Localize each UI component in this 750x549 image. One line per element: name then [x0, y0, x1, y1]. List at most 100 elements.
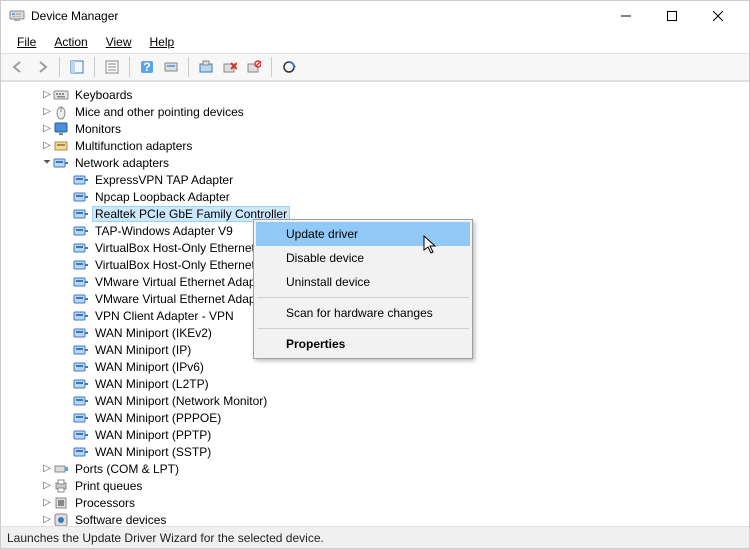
- menubar: File Action View Help: [1, 31, 749, 53]
- menu-action[interactable]: Action: [46, 33, 95, 51]
- update-driver-button[interactable]: [195, 56, 217, 78]
- menu-help[interactable]: Help: [142, 33, 183, 51]
- network-icon: [73, 206, 89, 222]
- tree-category-printer[interactable]: ▷Print queues: [1, 477, 749, 494]
- cm-properties[interactable]: Properties: [256, 332, 470, 356]
- menu-file[interactable]: File: [9, 33, 44, 51]
- properties-button[interactable]: [101, 56, 123, 78]
- tree-item-label: Network adapters: [73, 156, 171, 170]
- expand-toggle-icon[interactable]: ▷: [41, 497, 53, 508]
- help-button[interactable]: ?: [136, 56, 158, 78]
- monitor-icon: [53, 121, 69, 137]
- expand-toggle-icon[interactable]: ▷: [41, 89, 53, 100]
- svg-text:?: ?: [143, 60, 150, 74]
- tree-item-label: WAN Miniport (PPTP): [93, 428, 213, 442]
- network-icon: [73, 291, 89, 307]
- cm-update-driver[interactable]: Update driver: [256, 222, 470, 246]
- legacy-hardware-button[interactable]: [160, 56, 182, 78]
- cm-scan-hardware[interactable]: Scan for hardware changes: [256, 301, 470, 325]
- tree-category-cpu[interactable]: ▷ Processors: [1, 494, 749, 511]
- tree-device[interactable]: ▷WAN Miniport (L2TP): [1, 375, 749, 392]
- tree-category-multifunction[interactable]: ▷Multifunction adapters: [1, 137, 749, 154]
- printer-icon: [53, 478, 69, 494]
- expand-toggle-icon[interactable]: ▷: [41, 106, 53, 117]
- tree-device[interactable]: ▷WAN Miniport (IPv6): [1, 358, 749, 375]
- network-icon: [73, 325, 89, 341]
- multifunction-icon: [53, 138, 69, 154]
- show-hide-console-tree-button[interactable]: [66, 56, 88, 78]
- window-title: Device Manager: [31, 9, 603, 23]
- port-icon: [53, 461, 69, 477]
- status-text: Launches the Update Driver Wizard for th…: [7, 531, 324, 545]
- disable-device-button[interactable]: [243, 56, 265, 78]
- tree-category-monitor[interactable]: ▷ Monitors: [1, 120, 749, 137]
- tree-item-label: VPN Client Adapter - VPN: [93, 309, 236, 323]
- tree-category-software[interactable]: ▷ Software devices: [1, 511, 749, 526]
- tree-item-label: WAN Miniport (L2TP): [93, 377, 211, 391]
- tree-device[interactable]: ▷WAN Miniport (PPPOE): [1, 409, 749, 426]
- scan-hardware-button[interactable]: [278, 56, 300, 78]
- expand-toggle-icon[interactable]: ▷: [41, 514, 53, 525]
- toolbar: ?: [1, 53, 749, 81]
- tree-item-label: WAN Miniport (IP): [93, 343, 193, 357]
- tree-item-label: WAN Miniport (IPv6): [93, 360, 206, 374]
- close-button[interactable]: [695, 1, 741, 31]
- cm-separator: [257, 297, 469, 298]
- toolbar-separator: [188, 57, 189, 77]
- tree-item-label: WAN Miniport (Network Monitor): [93, 394, 269, 408]
- network-icon: [53, 155, 69, 171]
- app-icon: [9, 8, 25, 24]
- nav-back-button[interactable]: [7, 56, 29, 78]
- tree-category-network[interactable]: ⏷ Network adapters: [1, 154, 749, 171]
- context-menu: Update driver Disable device Uninstall d…: [253, 219, 473, 359]
- expand-toggle-icon[interactable]: ▷: [41, 123, 53, 134]
- mouse-icon: [53, 104, 69, 120]
- cm-disable-device[interactable]: Disable device: [256, 246, 470, 270]
- maximize-button[interactable]: [649, 1, 695, 31]
- tree-category-keyboard[interactable]: ▷ Keyboards: [1, 86, 749, 103]
- tree-device[interactable]: ▷Npcap Loopback Adapter: [1, 188, 749, 205]
- tree-device[interactable]: ▷ExpressVPN TAP Adapter: [1, 171, 749, 188]
- network-icon: [73, 172, 89, 188]
- uninstall-device-button[interactable]: [219, 56, 241, 78]
- toolbar-separator: [94, 57, 95, 77]
- network-icon: [73, 308, 89, 324]
- tree-device[interactable]: ▷WAN Miniport (PPTP): [1, 426, 749, 443]
- tree-item-label: Processors: [73, 496, 137, 510]
- network-icon: [73, 427, 89, 443]
- network-icon: [73, 240, 89, 256]
- titlebar: Device Manager: [1, 1, 749, 31]
- tree-item-label: WAN Miniport (IKEv2): [93, 326, 214, 340]
- tree-item-label: Monitors: [73, 122, 123, 136]
- software-icon: [53, 512, 69, 527]
- network-icon: [73, 223, 89, 239]
- tree-item-label: WAN Miniport (SSTP): [93, 445, 213, 459]
- statusbar: Launches the Update Driver Wizard for th…: [1, 526, 749, 548]
- tree-device[interactable]: ▷WAN Miniport (Network Monitor): [1, 392, 749, 409]
- tree-item-label: Npcap Loopback Adapter: [93, 190, 232, 204]
- expand-toggle-icon[interactable]: ▷: [41, 463, 53, 474]
- network-icon: [73, 376, 89, 392]
- tree-category-mouse[interactable]: ▷ Mice and other pointing devices: [1, 103, 749, 120]
- expand-toggle-icon[interactable]: ▷: [41, 480, 53, 491]
- network-icon: [73, 444, 89, 460]
- tree-item-label: Mice and other pointing devices: [73, 105, 246, 119]
- window-controls: [603, 1, 741, 31]
- tree-item-label: Software devices: [73, 513, 168, 527]
- tree-item-label: WAN Miniport (PPPOE): [93, 411, 223, 425]
- tree-category-port[interactable]: ▷Ports (COM & LPT): [1, 460, 749, 477]
- network-icon: [73, 342, 89, 358]
- cm-separator: [257, 328, 469, 329]
- tree-item-label: ExpressVPN TAP Adapter: [93, 173, 235, 187]
- expand-toggle-icon[interactable]: ⏷: [41, 157, 53, 168]
- minimize-button[interactable]: [603, 1, 649, 31]
- menu-view[interactable]: View: [98, 33, 140, 51]
- device-tree-pane: ▷ Keyboards ▷ Mice and other pointing devic…: [1, 81, 749, 526]
- network-icon: [73, 189, 89, 205]
- nav-forward-button[interactable]: [31, 56, 53, 78]
- expand-toggle-icon[interactable]: ▷: [41, 140, 53, 151]
- cpu-icon: [53, 495, 69, 511]
- cm-uninstall-device[interactable]: Uninstall device: [256, 270, 470, 294]
- tree-device[interactable]: ▷WAN Miniport (SSTP): [1, 443, 749, 460]
- tree-item-label: Keyboards: [73, 88, 134, 102]
